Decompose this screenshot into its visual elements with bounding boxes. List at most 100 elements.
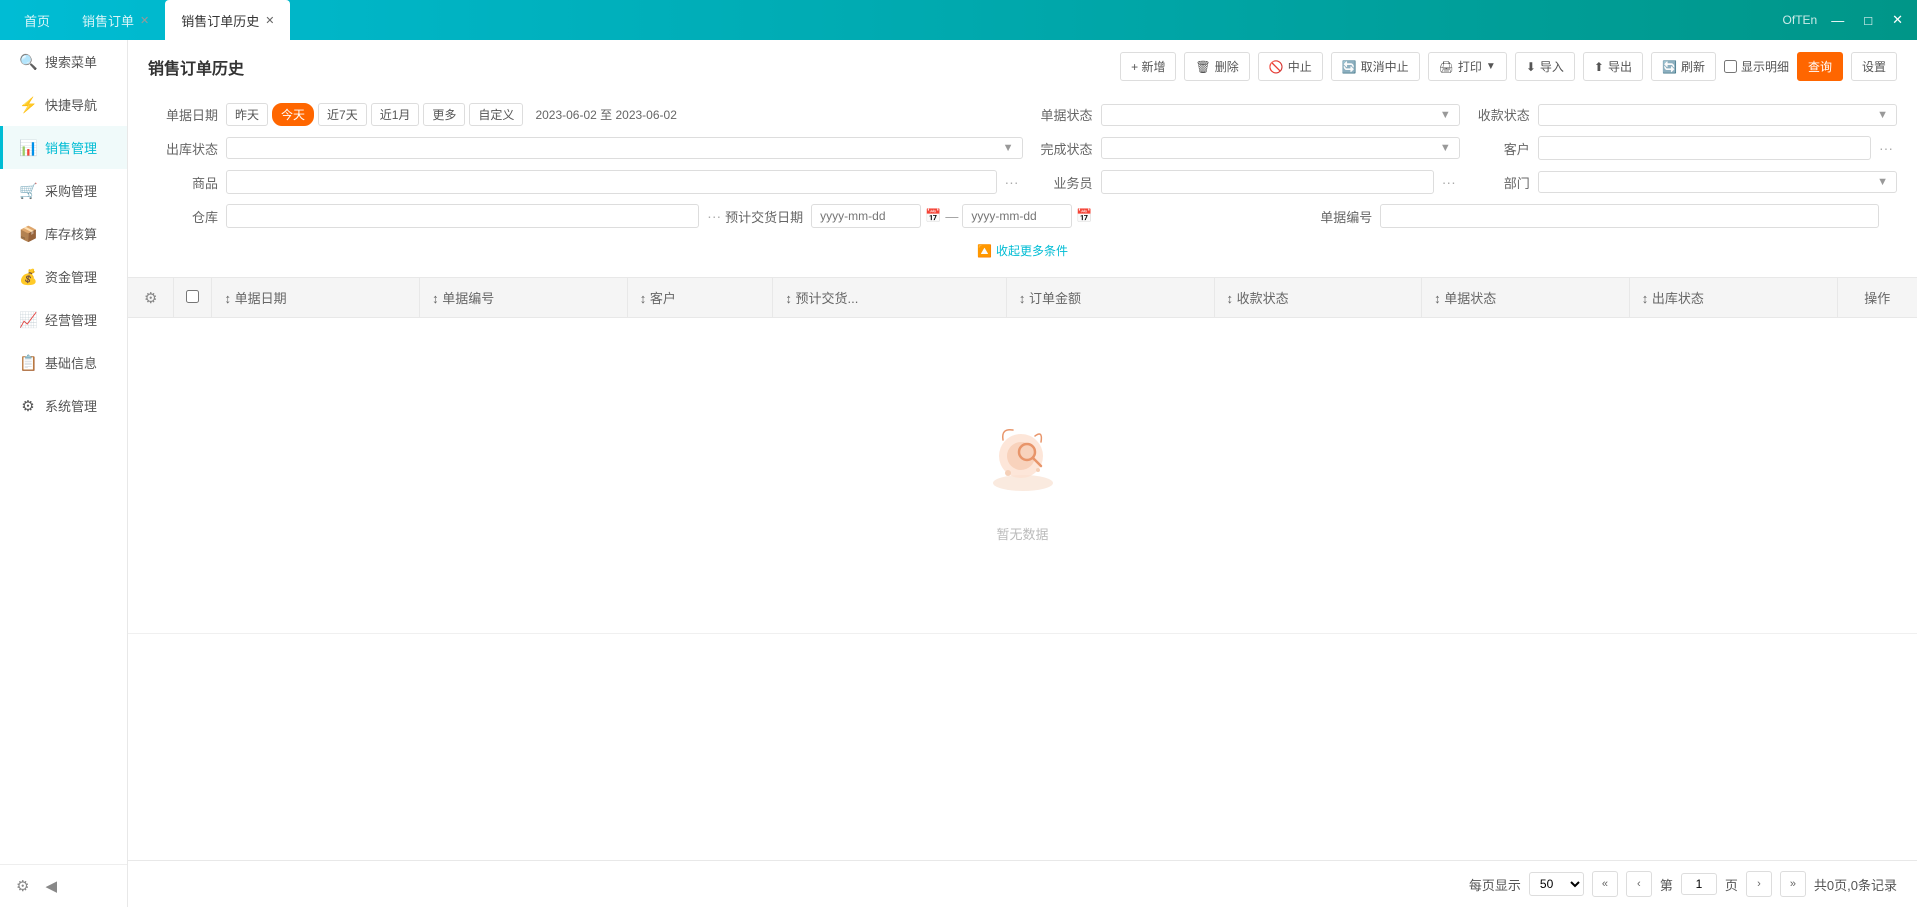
complete-status-select[interactable]: ▼ <box>1101 137 1460 159</box>
tab-home[interactable]: 首页 <box>8 0 66 40</box>
delete-button[interactable]: 🗑 删除 <box>1184 52 1249 81</box>
cancel-stop-button[interactable]: 🔄 取消中止 <box>1331 52 1420 81</box>
th-customer-label: ↕ 客户 <box>640 291 676 306</box>
th-checkbox <box>174 278 212 318</box>
stop-label: 中止 <box>1288 58 1312 75</box>
warehouse-label: 仓库 <box>148 207 218 226</box>
import-icon: ⬇ <box>1526 60 1536 74</box>
sidebar-item-sys-mgmt[interactable]: ⚙ 系统管理 <box>0 384 127 427</box>
th-outbound-status-label: ↕ 出库状态 <box>1642 291 1704 306</box>
delete-label: 删除 <box>1215 58 1239 75</box>
sidebar-label-finance: 资金管理 <box>45 267 97 286</box>
refresh-icon: 🔄 <box>1662 60 1677 74</box>
sidebar-collapse-icon[interactable]: ◀ <box>45 877 57 895</box>
minimize-button[interactable]: — <box>1825 11 1850 30</box>
basic-info-icon: 📋 <box>19 354 37 372</box>
sidebar-settings-icon[interactable]: ⚙ <box>16 877 29 895</box>
warehouse-input[interactable] <box>226 204 699 228</box>
settings-button[interactable]: 设置 <box>1851 52 1897 81</box>
doc-number-input[interactable] <box>1380 204 1879 228</box>
last-page-button[interactable]: » <box>1780 871 1806 897</box>
pagination: 每页显示 50 10 20 100 « ‹ 第 页 › » 共0页,0条记录 <box>128 860 1917 907</box>
date-btn-today[interactable]: 今天 <box>272 103 314 126</box>
salesperson-more-icon[interactable]: ··· <box>1438 172 1460 192</box>
sidebar-item-operations[interactable]: 📈 经营管理 <box>0 298 127 341</box>
refresh-label: 刷新 <box>1681 58 1705 75</box>
outbound-status-select[interactable]: ▼ <box>226 137 1023 159</box>
th-order-amount-label: ↕ 订单金额 <box>1019 291 1081 306</box>
select-all-checkbox[interactable] <box>186 290 199 303</box>
customer-label: 客户 <box>1460 139 1530 158</box>
date-range-text: 2023-06-02 至 2023-06-02 <box>535 106 676 123</box>
export-button[interactable]: ⬆ 导出 <box>1583 52 1643 81</box>
query-button[interactable]: 查询 <box>1797 52 1843 81</box>
date-btn-7days[interactable]: 近7天 <box>318 103 367 126</box>
th-doc-status-label: ↕ 单据状态 <box>1434 291 1496 306</box>
prev-page-button[interactable]: ‹ <box>1626 871 1652 897</box>
first-page-icon: « <box>1602 878 1608 890</box>
filter-expected-date: 预计交货日期 📅 — 📅 <box>725 204 1302 228</box>
goods-input[interactable] <box>226 170 997 194</box>
date-btn-custom[interactable]: 自定义 <box>469 103 523 126</box>
customer-input[interactable] <box>1538 136 1871 160</box>
page-label: 第 <box>1660 875 1673 894</box>
filter-payment-status: 收款状态 ▼ <box>1460 104 1897 126</box>
table-settings-icon[interactable]: ⚙ <box>140 286 161 311</box>
close-button[interactable]: ✕ <box>1886 10 1909 30</box>
sidebar-item-finance[interactable]: 💰 资金管理 <box>0 255 127 298</box>
department-control: ▼ <box>1538 171 1897 193</box>
sidebar-item-quick-nav[interactable]: ⚡ 快捷导航 <box>0 83 127 126</box>
display-detail-toggle[interactable]: 显示明细 <box>1724 58 1789 75</box>
new-button[interactable]: + 新增 <box>1120 52 1176 81</box>
search-icon: 🔍 <box>19 53 37 71</box>
doc-status-select[interactable]: ▼ <box>1101 104 1460 126</box>
salesperson-input[interactable] <box>1101 170 1434 194</box>
date-btn-yesterday[interactable]: 昨天 <box>226 103 268 126</box>
first-page-button[interactable]: « <box>1592 871 1618 897</box>
sidebar-item-basic-info[interactable]: 📋 基础信息 <box>0 341 127 384</box>
tab-sales-order-history-close[interactable]: ✕ <box>265 14 274 27</box>
doc-date-control: 昨天 今天 近7天 近1月 更多 自定义 2023-06-02 至 2023-0… <box>226 103 1023 126</box>
restore-button[interactable]: □ <box>1858 11 1878 30</box>
toolbar: + 新增 🗑 删除 🚫 中止 🔄 取消中止 🖨 <box>1120 52 1897 81</box>
sidebar-item-sales-mgmt[interactable]: 📊 销售管理 <box>0 126 127 169</box>
print-button[interactable]: 🖨 打印 ▼ <box>1428 52 1507 81</box>
page-title-row: 销售订单历史 + 新增 🗑 删除 🚫 中止 🔄 取消中止 <box>148 52 1897 81</box>
filter-goods: 商品 ··· <box>148 170 1023 194</box>
expected-date-from-icon[interactable]: 📅 <box>925 208 941 224</box>
tab-sales-order-close[interactable]: ✕ <box>140 14 149 27</box>
expected-date-to[interactable] <box>962 204 1072 228</box>
collapse-row[interactable]: 🔼 收起更多条件 <box>148 238 1897 267</box>
doc-status-control: ▼ <box>1101 104 1460 126</box>
page-suffix: 页 <box>1725 875 1738 894</box>
payment-status-arrow: ▼ <box>1877 109 1888 121</box>
display-detail-checkbox[interactable] <box>1724 60 1737 73</box>
filter-warehouse: 仓库 ··· <box>148 204 725 228</box>
empty-row: 暂无数据 <box>128 318 1917 634</box>
date-btn-more[interactable]: 更多 <box>423 103 465 126</box>
stop-button[interactable]: 🚫 中止 <box>1258 52 1323 81</box>
date-btn-1month[interactable]: 近1月 <box>371 103 420 126</box>
department-select[interactable]: ▼ <box>1538 171 1897 193</box>
filter-row-4: 仓库 ··· 预计交货日期 📅 — 📅 <box>148 204 1897 228</box>
import-button[interactable]: ⬇ 导入 <box>1515 52 1575 81</box>
warehouse-more-icon[interactable]: ··· <box>703 206 725 226</box>
page-size-select[interactable]: 50 10 20 100 <box>1529 872 1584 896</box>
page-number-input[interactable] <box>1681 873 1717 895</box>
date-separator: — <box>945 209 958 224</box>
sidebar-item-search[interactable]: 🔍 搜索菜单 <box>0 40 127 83</box>
filter-row-1: 单据日期 昨天 今天 近7天 近1月 更多 自定义 2023-06-02 至 2… <box>148 103 1897 126</box>
goods-more-icon[interactable]: ··· <box>1001 172 1023 192</box>
tab-sales-order[interactable]: 销售订单 ✕ <box>66 0 165 40</box>
sidebar-item-inventory[interactable]: 📦 库存核算 <box>0 212 127 255</box>
expected-date-to-icon[interactable]: 📅 <box>1076 208 1092 224</box>
next-page-button[interactable]: › <box>1746 871 1772 897</box>
sidebar-item-purchase-mgmt[interactable]: 🛒 采购管理 <box>0 169 127 212</box>
refresh-button[interactable]: 🔄 刷新 <box>1651 52 1716 81</box>
customer-more-icon[interactable]: ··· <box>1875 138 1897 158</box>
tab-sales-order-history[interactable]: 销售订单历史 ✕ <box>165 0 290 40</box>
expected-date-from[interactable] <box>811 204 921 228</box>
payment-status-select[interactable]: ▼ <box>1538 104 1897 126</box>
main-layout: 🔍 搜索菜单 ⚡ 快捷导航 📊 销售管理 🛒 采购管理 📦 库存核算 💰 资金管… <box>0 40 1917 907</box>
display-detail-label: 显示明细 <box>1741 58 1789 75</box>
